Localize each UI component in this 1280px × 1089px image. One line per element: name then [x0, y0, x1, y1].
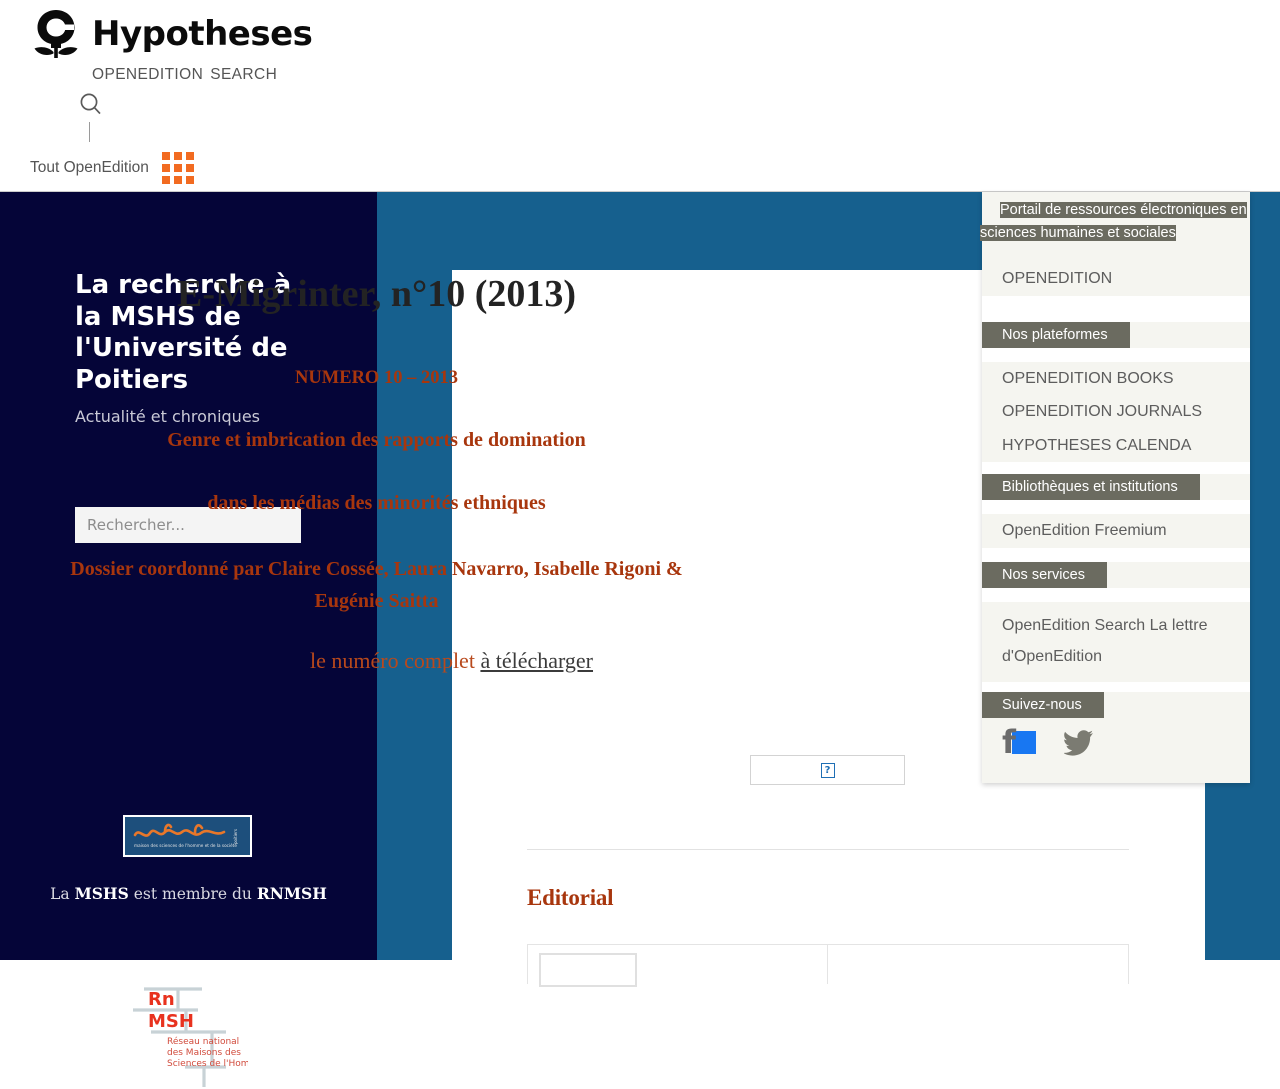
hypotheses-flower-logo — [34, 10, 78, 58]
table-cell-right — [828, 945, 1128, 984]
issue-theme-line-2: dans les médias des minorités ethniques — [207, 492, 546, 514]
dropdown-item-openedition-books[interactable]: OPENEDITION BOOKS — [982, 362, 1250, 396]
dropdown-services-text[interactable]: OpenEdition Search La lettre d'OpenEditi… — [982, 602, 1250, 682]
rnmsh-sub1: Réseau national — [167, 1036, 239, 1047]
download-link[interactable]: à télécharger — [480, 648, 593, 673]
issue-number: NUMERO 10 – 2013 — [295, 368, 458, 388]
download-prefix: le numéro complet — [309, 648, 481, 673]
dropdown-heading-libraries: Bibliothèques et institutions — [982, 474, 1200, 501]
dropdown-item-openedition-freemium[interactable]: OpenEdition Freemium — [982, 514, 1250, 548]
dropdown-separator-2 — [982, 347, 1250, 362]
all-openedition-label: Tout OpenEdition — [30, 159, 149, 176]
page-title: E-Migrinter, n°10 (2013) — [176, 273, 577, 315]
rnmsh-rn: Rn — [148, 989, 175, 1010]
twitter-icon[interactable] — [1063, 730, 1094, 756]
grid-icon[interactable] — [161, 152, 194, 184]
search-text-cursor[interactable] — [89, 122, 90, 142]
content-divider — [527, 849, 1129, 850]
dropdown-group-platforms: OPENEDITION BOOKS OPENEDITION JOURNALS H… — [982, 362, 1250, 463]
site-tagline: Actualité et chroniques — [75, 407, 260, 426]
dropdown-separator-1 — [982, 295, 1250, 322]
nav-search[interactable]: SEARCH — [210, 66, 277, 83]
broken-image-glyph: ? — [820, 762, 835, 778]
broken-image-placeholder[interactable]: ? — [750, 755, 905, 785]
mshs-caption: La MSHS est membre du RNMSH — [35, 882, 342, 906]
caption-mid: est membre du — [128, 885, 257, 903]
editorial-heading: Editorial — [527, 885, 614, 910]
dropdown-item-openedition-journals[interactable]: OPENEDITION JOURNALS — [982, 395, 1250, 429]
svg-text:poitiers: poitiers — [233, 829, 238, 844]
table-inner-box — [539, 953, 637, 987]
dropdown-heading-services: Nos services — [982, 561, 1107, 588]
caption-mshs[interactable]: MSHS — [75, 884, 129, 903]
mshs-logo[interactable]: maison des sciences de l'homme et de la … — [123, 815, 252, 857]
nav-openedition[interactable]: OPENEDITION — [92, 66, 203, 83]
all-openedition-trigger[interactable]: Tout OpenEdition — [30, 152, 194, 184]
dropdown-separator-5 — [982, 547, 1250, 562]
caption-pre: La — [50, 885, 75, 903]
top-bar: Hypotheses OPENEDITION SEARCH Tout OpenEd… — [0, 0, 1280, 192]
dropdown-item-hypotheses-calenda[interactable]: HYPOTHESES CALENDA — [982, 429, 1250, 463]
svg-text:maison des sciences de l'homme: maison des sciences de l'homme et de la … — [134, 843, 237, 848]
table-cell-left — [528, 945, 828, 987]
caption-rnmsh[interactable]: RNMSH — [257, 884, 327, 903]
dropdown-separator-3 — [982, 462, 1250, 475]
search-icon[interactable] — [79, 92, 103, 118]
facebook-icon[interactable]: f — [1002, 726, 1036, 758]
dropdown-item-openedition[interactable]: OPENEDITION — [982, 262, 1250, 296]
openedition-dropdown-panel: Portail de ressources électroniques en s… — [980, 192, 1250, 783]
rnmsh-logo[interactable]: Rn MSH Réseau national des Maisons des S… — [130, 977, 248, 1089]
rnmsh-sub2: des Maisons des — [167, 1048, 241, 1058]
download-line: le numéro complet à télécharger — [0, 648, 753, 674]
rnmsh-msh: MSH — [148, 1011, 194, 1032]
brand-title: Hypotheses — [92, 14, 313, 54]
dropdown-tagline: Portail de ressources électroniques en s… — [980, 202, 1247, 242]
dropdown-heading-platforms: Nos plateformes — [982, 321, 1130, 348]
dropdown-heading-follow: Suivez-nous — [982, 692, 1104, 719]
issue-theme-line-1: Genre et imbrication des rapports de dom… — [167, 429, 586, 451]
dropdown-social-links: f — [982, 718, 1250, 774]
dropdown-separator-4 — [982, 500, 1250, 515]
rnmsh-sub3: Sciences de l'Homme — [167, 1059, 248, 1069]
dropdown-separator-6 — [982, 587, 1250, 602]
issue-coordinators: Dossier coordonné par Claire Cossée, Lau… — [70, 558, 683, 613]
content-table — [527, 944, 1129, 987]
hypotheses-brand[interactable]: Hypotheses — [30, 8, 313, 60]
dropdown-separator-7 — [982, 682, 1250, 693]
top-nav: OPENEDITION SEARCH — [92, 66, 284, 84]
